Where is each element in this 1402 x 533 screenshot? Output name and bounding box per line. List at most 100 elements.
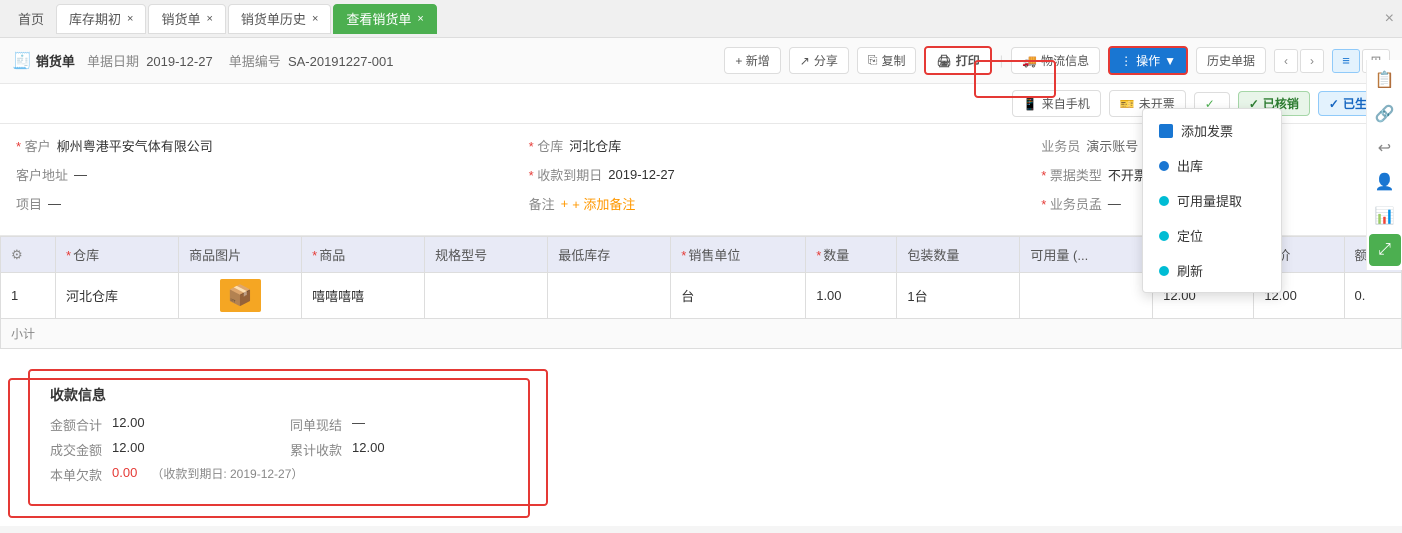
- amount-total-item: 金额合计 12.00: [50, 415, 250, 434]
- share-button[interactable]: ↗ 分享: [789, 47, 849, 74]
- copy-button[interactable]: ⎘ 复制: [857, 47, 917, 74]
- print-button[interactable]: 🖨 打印: [924, 46, 991, 75]
- row-num: 1: [1, 273, 56, 319]
- staff-label: 业务员: [1041, 136, 1080, 155]
- dropdown-outbound[interactable]: 出库: [1143, 148, 1281, 183]
- date-label-text: 单据日期: [87, 54, 139, 69]
- tab-sales-history[interactable]: 销货单历史 ×: [228, 4, 331, 34]
- dropdown-locate[interactable]: 定位: [1143, 218, 1281, 253]
- outbound-label: 出库: [1177, 156, 1203, 175]
- phone-icon: 📱: [1023, 97, 1038, 111]
- home-tab-label: 首页: [18, 12, 44, 27]
- staff-value: 演示账号: [1086, 136, 1138, 155]
- sidebar-icon-5[interactable]: 📊: [1369, 200, 1401, 232]
- doc-type-icon: 🧾: [12, 51, 32, 71]
- col-model: 规格型号: [425, 237, 548, 273]
- sidebar-icon-1[interactable]: 📋: [1369, 64, 1401, 96]
- sep1: |: [1000, 53, 1003, 68]
- col-unit: *销售单位: [671, 237, 806, 273]
- doc-header: 🧾 销货单 单据日期 2019-12-27 单据编号 SA-20191227-0…: [0, 38, 1402, 84]
- add-note-button[interactable]: + + 添加备注: [561, 194, 636, 213]
- operate-button[interactable]: ⋮ 操作 ▼: [1108, 46, 1188, 75]
- add-note-label: + 添加备注: [572, 194, 635, 213]
- due-date-value: 2019-12-27: [608, 167, 675, 182]
- nav-prev-button[interactable]: ‹: [1274, 49, 1298, 73]
- same-order-label: 同单现结: [290, 415, 342, 434]
- list-view-toggle[interactable]: ≡: [1332, 49, 1360, 73]
- project-label: 项目: [16, 194, 42, 213]
- new-button[interactable]: + 新增: [724, 47, 780, 74]
- payment-container: 收款信息 金额合计 12.00 同单现结 — 成交金额 12.00: [0, 349, 1402, 526]
- print-label: 打印: [956, 52, 980, 69]
- transaction-label: 成交金额: [50, 440, 102, 459]
- project-value: —: [48, 196, 61, 211]
- doc-actions: + 新增 ↗ 分享 ⎘ 复制 🖨 打印 | 🚚 物流信息: [724, 46, 1390, 75]
- row-qty: 1.00: [806, 273, 897, 319]
- logistics-button[interactable]: 🚚 物流信息: [1011, 47, 1100, 74]
- locate-dot-icon: [1159, 231, 1169, 241]
- col-image: 商品图片: [179, 237, 302, 273]
- row-available: [1020, 273, 1153, 319]
- date-value: 2019-12-27: [146, 54, 213, 69]
- sidebar-icon-4[interactable]: 👤: [1369, 166, 1401, 198]
- amount-total-value: 12.00: [112, 415, 145, 434]
- inventory-tab-label: 库存期初: [69, 9, 121, 28]
- transaction-value: 12.00: [112, 440, 145, 459]
- tab-view-sales[interactable]: 查看销货单 ×: [333, 4, 436, 34]
- dropdown-add-invoice[interactable]: 添加发票: [1143, 113, 1281, 148]
- copy-icon: ⎘: [868, 53, 878, 68]
- check-eff-icon: ✓: [1329, 97, 1339, 111]
- col-product: *商品: [302, 237, 425, 273]
- sidebar-icon-3[interactable]: ↩: [1369, 132, 1401, 164]
- available-fetch-label: 可用量提取: [1177, 191, 1242, 210]
- operate-dropdown-icon: ▼: [1164, 54, 1176, 68]
- due-label: 本单欠款: [50, 465, 102, 484]
- share-label: 分享: [814, 52, 838, 69]
- payment-row-3: 本单欠款 0.00 （收款到期日: 2019-12-27）: [50, 465, 526, 484]
- project-field: 项目 —: [16, 194, 509, 213]
- warehouse-field: 仓库 河北仓库: [529, 136, 1022, 155]
- history-button[interactable]: 历史单据: [1196, 47, 1266, 74]
- operate-dropdown-menu: 添加发票 出库 可用量提取 定位 刷新: [1142, 108, 1282, 293]
- outbound-dot-icon: [1159, 161, 1169, 171]
- doc-meta: 单据日期 2019-12-27 单据编号 SA-20191227-001: [87, 51, 394, 70]
- dropdown-available-fetch[interactable]: 可用量提取: [1143, 183, 1281, 218]
- sales-history-tab-close[interactable]: ×: [312, 13, 318, 25]
- dropdown-refresh[interactable]: 刷新: [1143, 253, 1281, 288]
- payment-section: 收款信息 金额合计 12.00 同单现结 — 成交金额 12.00: [28, 369, 548, 506]
- due-value: 0.00: [112, 465, 137, 484]
- add-invoice-label: 添加发票: [1181, 121, 1233, 140]
- salesperson-label: 业务员孟: [1041, 194, 1102, 213]
- address-field: 客户地址 —: [16, 165, 509, 184]
- row-image: 📦: [179, 273, 302, 319]
- tab-inventory[interactable]: 库存期初 ×: [56, 4, 146, 34]
- gear-icon[interactable]: ⚙: [11, 247, 23, 262]
- from-phone-button[interactable]: 📱 来自手机: [1012, 90, 1101, 117]
- col-qty: *数量: [806, 237, 897, 273]
- due-hint: （收款到期日: 2019-12-27）: [151, 465, 303, 484]
- close-all-button[interactable]: ×: [1385, 10, 1394, 28]
- address-value: —: [74, 167, 87, 182]
- sales-tab-close[interactable]: ×: [206, 13, 212, 25]
- logistics-icon: 🚚: [1022, 54, 1037, 68]
- tab-bar: 首页 库存期初 × 销货单 × 销货单历史 × 查看销货单 × ×: [0, 0, 1402, 38]
- sidebar-icon-2[interactable]: 🔗: [1369, 98, 1401, 130]
- doc-num-label: 单据编号 SA-20191227-001: [229, 51, 394, 70]
- customer-label: 客户: [16, 136, 51, 155]
- product-image: 📦: [220, 279, 261, 312]
- tab-sales[interactable]: 销货单 ×: [148, 4, 225, 34]
- col-gear: ⚙: [1, 237, 56, 273]
- row-pack-qty: 1台: [897, 273, 1020, 319]
- tab-home[interactable]: 首页: [8, 9, 54, 28]
- sidebar-icon-expand[interactable]: ⤢: [1369, 234, 1401, 266]
- page-wrapper: 首页 库存期初 × 销货单 × 销货单历史 × 查看销货单 × × 🧾 销货单: [0, 0, 1402, 533]
- row-unit: 台: [671, 273, 806, 319]
- share-icon: ↗: [800, 54, 810, 68]
- row-model: [425, 273, 548, 319]
- from-phone-label: 来自手机: [1042, 95, 1090, 112]
- row-product: 嘻嘻嘻嘻: [302, 273, 425, 319]
- payment-row-2: 成交金额 12.00 累计收款 12.00: [50, 440, 526, 459]
- nav-next-button[interactable]: ›: [1300, 49, 1324, 73]
- inventory-tab-close[interactable]: ×: [127, 13, 133, 25]
- view-sales-tab-close[interactable]: ×: [417, 13, 423, 25]
